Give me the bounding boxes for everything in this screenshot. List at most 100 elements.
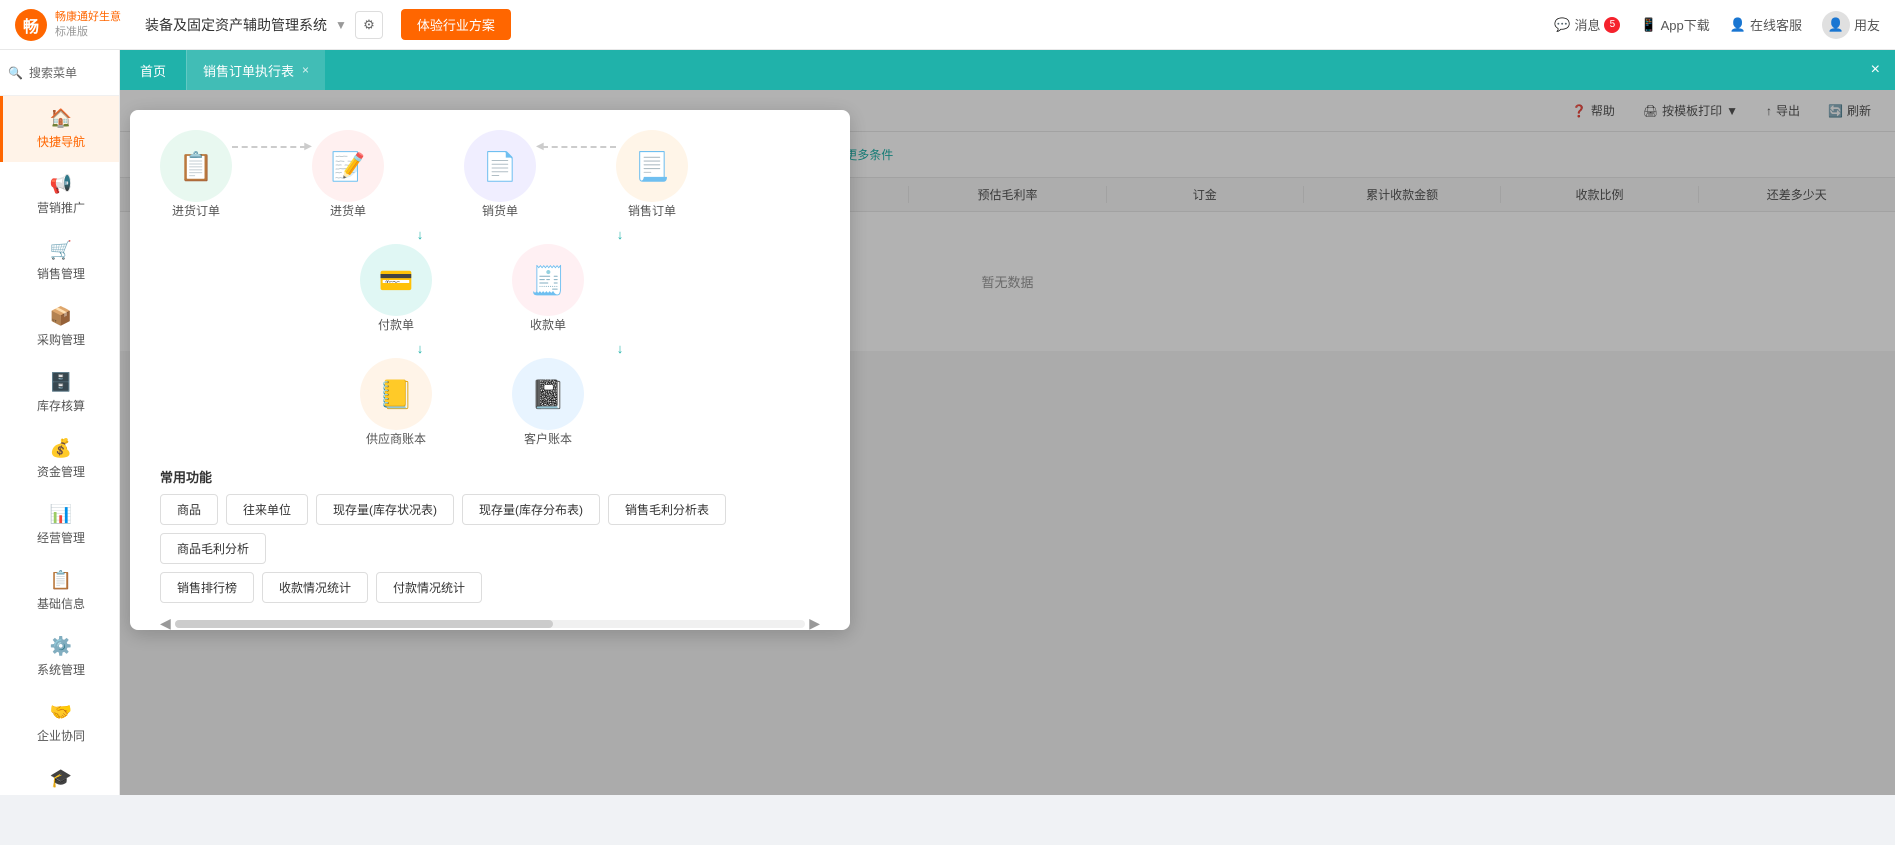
scroll-track[interactable] — [175, 620, 805, 628]
supplier-ledger-icon: 📒 — [379, 378, 414, 411]
supplier-ledger-label: 供应商账本 — [366, 430, 426, 447]
sidebar-item-guide[interactable]: 🎓 新手引导 — [0, 756, 119, 795]
flow-node-payment[interactable]: 💳 付款单 — [360, 244, 432, 333]
search-menu-label: 搜索菜单 — [29, 64, 77, 81]
tab-close-right[interactable]: × — [1871, 61, 1895, 79]
flow-row-arrows: ↓ ↓ — [160, 227, 820, 242]
scroll-left-arrow[interactable]: ◀ — [160, 615, 171, 630]
online-service-btn[interactable]: 👤 在线客服 — [1730, 15, 1802, 34]
sidebar-item-sales[interactable]: 🛒 销售管理 — [0, 228, 119, 294]
payment-label: 付款单 — [378, 316, 414, 333]
tab-close-icon[interactable]: × — [302, 63, 309, 77]
flow-node-customer-ledger[interactable]: 📓 客户账本 — [512, 358, 584, 447]
message-btn[interactable]: 💬 消息 5 — [1554, 15, 1620, 34]
sales-order-icon: 📃 — [635, 150, 670, 183]
func-buttons-row2: 销售排行榜 收款情况统计 付款情况统计 — [160, 572, 820, 603]
user-area[interactable]: 👤 用友 — [1822, 11, 1880, 39]
message-label: 消息 — [1574, 15, 1600, 34]
purchase-bill-icon: 📝 — [331, 150, 366, 183]
purchase-bill-label: 进货单 — [330, 202, 366, 219]
marketing-icon: 📢 — [50, 174, 72, 195]
avatar: 👤 — [1822, 11, 1850, 39]
func-btn-payment-stat[interactable]: 付款情况统计 — [376, 572, 482, 603]
scroll-right-arrow[interactable]: ▶ — [809, 615, 820, 630]
tab-home[interactable]: 首页 — [120, 50, 187, 90]
sidebar-item-operation-label: 经营管理 — [37, 529, 85, 546]
flow-node-purchase-bill[interactable]: 📝 进货单 — [312, 130, 384, 219]
flow-node-purchase-order[interactable]: 📋 进货订单 — [160, 130, 232, 219]
system-dropdown-arrow[interactable]: ▼ — [335, 18, 347, 32]
flow-row-2: 💳 付款单 🧾 收款单 — [160, 244, 820, 333]
base-icon: 📋 — [50, 570, 72, 591]
customer-ledger-label: 客户账本 — [524, 430, 572, 447]
popup-card: 📋 进货订单 ▶ — [130, 110, 850, 630]
user-name: 用友 — [1854, 15, 1880, 34]
sales-order-label: 销售订单 — [628, 202, 676, 219]
purchase-icon: 📦 — [50, 306, 72, 327]
tab-bar: 首页 销售订单执行表 × × — [120, 50, 1895, 90]
logo-icon: 畅 — [15, 9, 47, 41]
sidebar-item-marketing[interactable]: 📢 营销推广 — [0, 162, 119, 228]
purchase-order-label: 进货订单 — [172, 202, 220, 219]
func-btn-sales-profit[interactable]: 销售毛利分析表 — [608, 494, 726, 525]
system-icon: ⚙️ — [50, 636, 72, 657]
func-btn-product-profit[interactable]: 商品毛利分析 — [160, 533, 266, 564]
tab-sales-order[interactable]: 销售订单执行表 × — [187, 50, 325, 90]
app-download-btn[interactable]: 📱 App下载 — [1640, 15, 1709, 34]
sidebar-item-operation[interactable]: 📊 经营管理 — [0, 492, 119, 558]
sidebar-item-inventory[interactable]: 🗄️ 库存核算 — [0, 360, 119, 426]
system-name: 装备及固定资产辅助管理系统 — [145, 15, 327, 35]
common-func-title: 常用功能 — [160, 467, 820, 486]
app-download-label: App下载 — [1661, 15, 1710, 34]
popup-overlay[interactable]: 📋 进货订单 ▶ — [120, 90, 1895, 795]
func-btn-product[interactable]: 商品 — [160, 494, 218, 525]
func-buttons-row1: 商品 往来单位 现存量(库存状况表) 现存量(库存分布表) 销售毛利分析表 商品… — [160, 494, 820, 564]
flow-row-1: 📋 进货订单 ▶ — [160, 130, 820, 219]
search-menu-button[interactable]: 🔍 搜索菜单 — [8, 60, 111, 85]
phone-icon: 📱 — [1640, 17, 1656, 33]
customer-ledger-circle: 📓 — [512, 358, 584, 430]
flow-node-sales-bill[interactable]: 📄 销货单 — [464, 130, 536, 219]
guide-icon: 🎓 — [50, 768, 72, 789]
func-btn-stock-status[interactable]: 现存量(库存状况表) — [316, 494, 454, 525]
inventory-icon: 🗄️ — [50, 372, 72, 393]
home-icon: 🏠 — [50, 108, 72, 129]
sidebar-item-collab[interactable]: 🤝 企业协同 — [0, 690, 119, 756]
sales-bill-icon: 📄 — [483, 150, 518, 183]
sidebar-item-purchase[interactable]: 📦 采购管理 — [0, 294, 119, 360]
arrow-down-2: ↓ — [560, 227, 680, 242]
header-right: 💬 消息 5 📱 App下载 👤 在线客服 👤 用友 — [1554, 11, 1880, 39]
func-btn-stock-dist[interactable]: 现存量(库存分布表) — [462, 494, 600, 525]
popup-scrollbar: ◀ ▶ — [160, 615, 820, 630]
flow-node-supplier-ledger[interactable]: 📒 供应商账本 — [360, 358, 432, 447]
system-title-area: 装备及固定资产辅助管理系统 ▼ ⚙ 体验行业方案 — [145, 9, 1554, 40]
sidebar-item-marketing-label: 营销推广 — [37, 199, 85, 216]
home-tab-label: 首页 — [140, 61, 166, 80]
sidebar-item-sales-label: 销售管理 — [37, 265, 85, 282]
collab-icon: 🤝 — [50, 702, 72, 723]
sidebar-search-area: 🔍 搜索菜单 — [0, 50, 119, 96]
sidebar-item-quick[interactable]: 🏠 快捷导航 — [0, 96, 119, 162]
func-btn-receipt-stat[interactable]: 收款情况统计 — [262, 572, 368, 603]
func-btn-sales-rank[interactable]: 销售排行榜 — [160, 572, 254, 603]
sidebar-item-finance[interactable]: 💰 资金管理 — [0, 426, 119, 492]
payment-icon: 💳 — [379, 264, 414, 297]
flow-node-receipt[interactable]: 🧾 收款单 — [512, 244, 584, 333]
sidebar-item-finance-label: 资金管理 — [37, 463, 85, 480]
arrow-down-4: ↓ — [560, 341, 680, 356]
sales-bill-circle: 📄 — [464, 130, 536, 202]
gear-button[interactable]: ⚙ — [355, 11, 383, 39]
arrow-2: ◀ — [536, 141, 616, 208]
message-icon: 💬 — [1554, 17, 1570, 33]
customer-ledger-icon: 📓 — [531, 378, 566, 411]
sidebar-item-base[interactable]: 📋 基础信息 — [0, 558, 119, 624]
service-icon: 👤 — [1730, 17, 1746, 33]
func-btn-partner[interactable]: 往来单位 — [226, 494, 308, 525]
flow-row-arrows-2: ↓ ↓ — [160, 341, 820, 356]
flow-node-sales-order[interactable]: 📃 销售订单 — [616, 130, 688, 219]
sales-order-circle: 📃 — [616, 130, 688, 202]
receipt-circle: 🧾 — [512, 244, 584, 316]
experience-button[interactable]: 体验行业方案 — [401, 9, 511, 40]
search-icon: 🔍 — [8, 66, 23, 80]
sidebar-item-system[interactable]: ⚙️ 系统管理 — [0, 624, 119, 690]
